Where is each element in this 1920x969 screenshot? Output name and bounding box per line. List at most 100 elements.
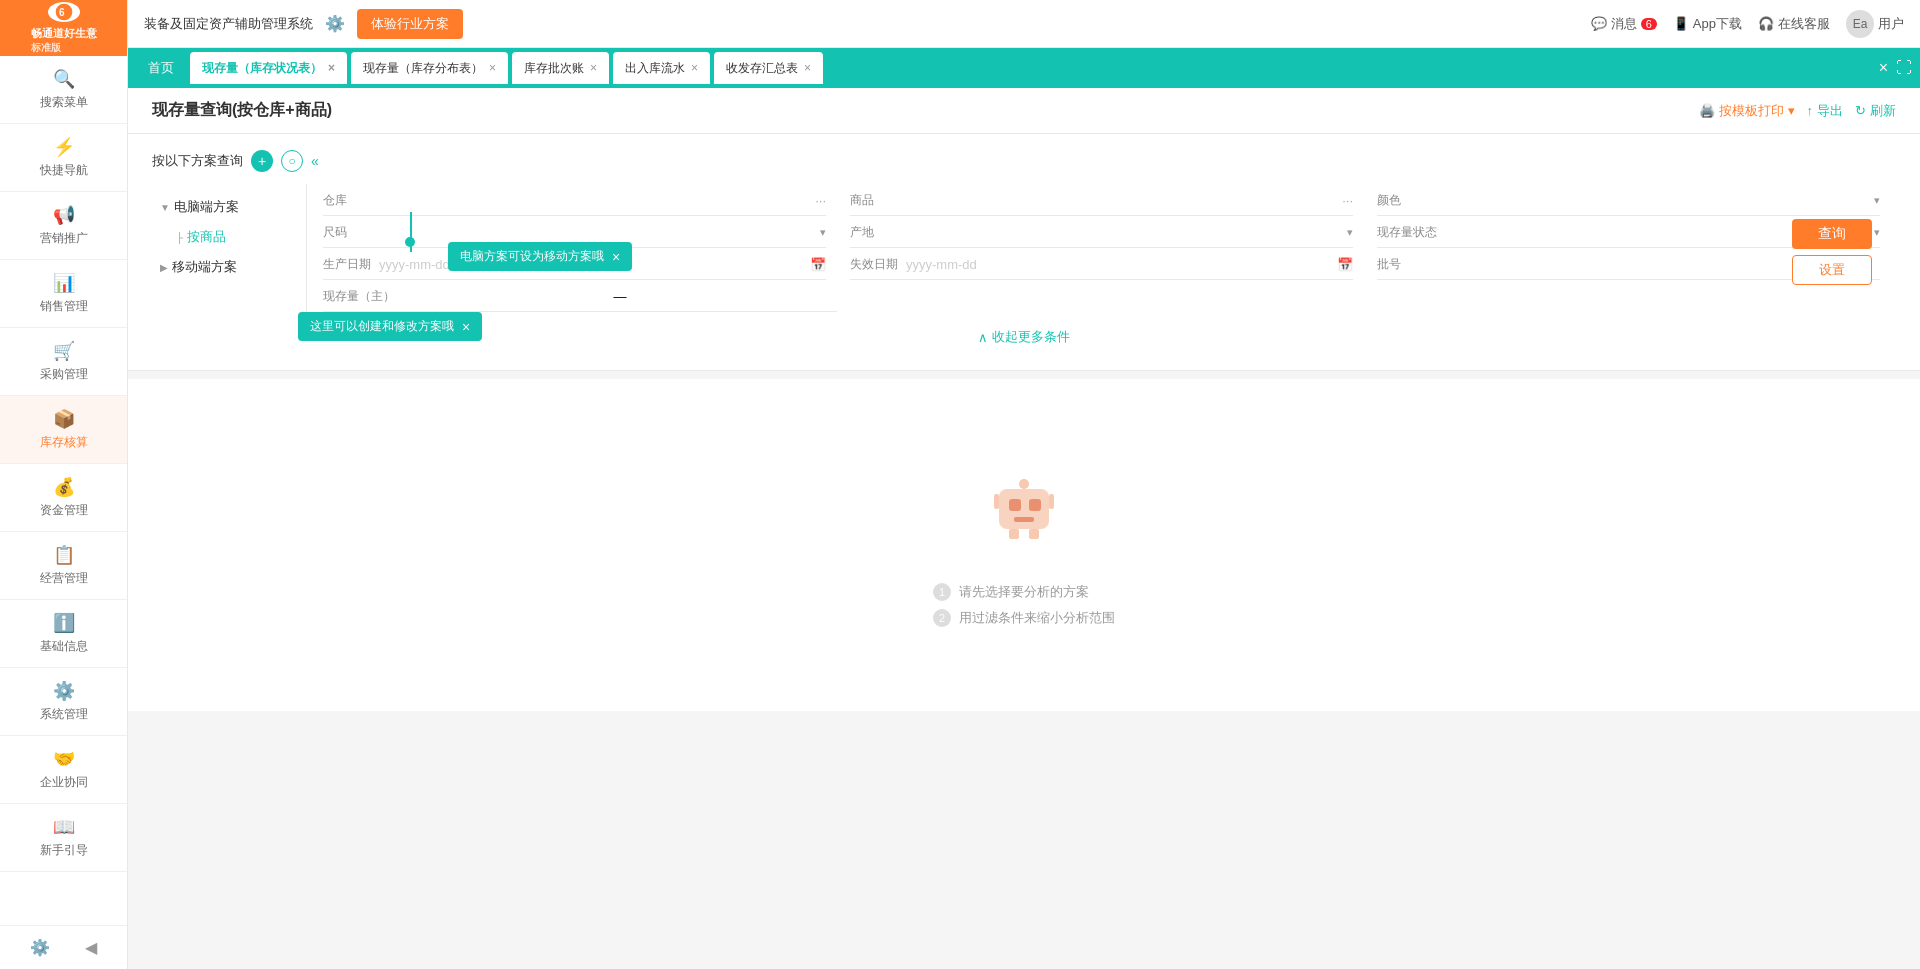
export-icon: ↑ [1807, 103, 1814, 118]
tab-batch-account[interactable]: 库存批次账 × [512, 52, 609, 84]
tab-fullscreen-icon[interactable]: ⛶ [1896, 59, 1912, 77]
svg-rect-6 [994, 494, 999, 509]
field-expiry-date: 失效日期 📅 [850, 256, 1353, 280]
tab-summary[interactable]: 收发存汇总表 × [714, 52, 823, 84]
marketing-icon: 📢 [53, 204, 75, 226]
system-icon: ⚙️ [53, 680, 75, 702]
sidebar-item-marketing[interactable]: 📢 营销推广 [0, 192, 127, 260]
sales-icon: 📊 [53, 272, 75, 294]
stock-range-separator: — [613, 289, 626, 304]
warehouse-dots[interactable]: ··· [815, 193, 826, 208]
scheme-desktop-group[interactable]: ▼ 电脑端方案 [152, 192, 306, 222]
export-button[interactable]: ↑ 导出 [1807, 102, 1844, 120]
scheme-tooltip-bubble: 电脑方案可设为移动方案哦 × [448, 242, 632, 271]
svg-rect-7 [1049, 494, 1054, 509]
sidebar-item-sales[interactable]: 📊 销售管理 [0, 260, 127, 328]
svg-rect-2 [999, 489, 1049, 529]
topbar: 装备及固定资产辅助管理系统 ⚙️ 体验行业方案 💬 消息 6 📱 App下载 🎧… [128, 0, 1920, 48]
page-actions: 🖨️ 按模板打印 ▾ ↑ 导出 ↻ 刷新 [1699, 102, 1897, 120]
sidebar-item-finance[interactable]: 💰 资金管理 [0, 464, 127, 532]
scheme-desktop-child[interactable]: ├ 按商品 [152, 222, 306, 252]
tab-close-all-icon[interactable]: × [1879, 59, 1888, 77]
production-date-calendar-icon[interactable]: 📅 [810, 257, 826, 272]
tab-inventory-distribution[interactable]: 现存量（库存分布表） × [351, 52, 508, 84]
empty-state: 1 请先选择要分析的方案 2 用过滤条件来缩小分析范围 [128, 379, 1920, 711]
tab-flow[interactable]: 出入库流水 × [613, 52, 710, 84]
print-icon: 🖨️ [1699, 103, 1715, 118]
sidebar-item-quicknav[interactable]: ⚡ 快捷导航 [0, 124, 127, 192]
warehouse-label: 仓库 [323, 192, 373, 209]
sidebar-item-business[interactable]: 📋 经营管理 [0, 532, 127, 600]
scheme-tooltip-close[interactable]: × [612, 249, 620, 265]
expiry-date-calendar-icon[interactable]: 📅 [1337, 257, 1353, 272]
expand-icon: ▼ [160, 202, 170, 213]
message-button[interactable]: 💬 消息 6 [1591, 15, 1657, 33]
tabbar: 首页 现存量（库存状况表） × 现存量（库存分布表） × 库存批次账 × 出入库… [128, 48, 1920, 88]
svg-rect-4 [1029, 499, 1041, 511]
filter-edit-button[interactable]: ○ [281, 150, 303, 172]
search-button[interactable]: 查询 [1792, 219, 1872, 249]
sidebar-item-system[interactable]: ⚙️ 系统管理 [0, 668, 127, 736]
field-origin: 产地 ▾ [850, 224, 1353, 248]
product-label: 商品 [850, 192, 900, 209]
size-arrow-icon: ▾ [820, 226, 826, 239]
topbar-left: 装备及固定资产辅助管理系统 ⚙️ 体验行业方案 [144, 9, 463, 39]
collapse-sidebar-icon[interactable]: ◀ [85, 938, 97, 957]
tab-inventory-status[interactable]: 现存量（库存状况表） × [190, 52, 347, 84]
collab-icon: 🤝 [53, 748, 75, 770]
sidebar-item-basics[interactable]: ℹ️ 基础信息 [0, 600, 127, 668]
industry-plan-button[interactable]: 体验行业方案 [357, 9, 463, 39]
tab-close-flow[interactable]: × [691, 61, 698, 75]
sidebar-item-search[interactable]: 🔍 搜索菜单 [0, 56, 127, 124]
setting-button[interactable]: 设置 [1792, 255, 1872, 285]
tab-close-inventory-status[interactable]: × [328, 61, 335, 75]
svg-rect-8 [1009, 529, 1019, 539]
app-download-button[interactable]: 📱 App下载 [1673, 15, 1742, 33]
product-input[interactable] [906, 193, 1336, 208]
support-icon: 🎧 [1758, 16, 1774, 31]
svg-rect-9 [1029, 529, 1039, 539]
sidebar-item-guide[interactable]: 📖 新手引导 [0, 804, 127, 872]
field-warehouse: 仓库 ··· [323, 192, 826, 216]
inventory-icon: 📦 [53, 408, 75, 430]
sidebar-item-inventory[interactable]: 📦 库存核算 [0, 396, 127, 464]
online-support-button[interactable]: 🎧 在线客服 [1758, 15, 1830, 33]
tab-home[interactable]: 首页 [136, 48, 186, 88]
warehouse-input[interactable] [379, 193, 809, 208]
product-dots[interactable]: ··· [1342, 193, 1353, 208]
finance-icon: 💰 [53, 476, 75, 498]
page-header: 现存量查询(按仓库+商品) 🖨️ 按模板打印 ▾ ↑ 导出 ↻ 刷新 [128, 88, 1920, 134]
svg-text:6: 6 [59, 7, 65, 18]
expiry-date-input[interactable] [906, 257, 1331, 272]
scheme-mobile-group[interactable]: ▶ 移动端方案 [152, 252, 306, 282]
tab-close-distribution[interactable]: × [489, 61, 496, 75]
filter-add-button[interactable]: + [251, 150, 273, 172]
tab-close-batch[interactable]: × [590, 61, 597, 75]
sidebar-item-purchase[interactable]: 🛒 采购管理 [0, 328, 127, 396]
filter-arrow-icon[interactable]: « [311, 153, 319, 169]
empty-steps: 1 请先选择要分析的方案 2 用过滤条件来缩小分析范围 [933, 579, 1115, 631]
collapse-button[interactable]: ∧ 收起更多条件 [978, 328, 1070, 346]
business-icon: 📋 [53, 544, 75, 566]
user-area[interactable]: Ea 用户 [1846, 10, 1904, 38]
color-label: 颜色 [1377, 192, 1427, 209]
mobile-expand-icon: ▶ [160, 262, 168, 273]
create-tooltip-close[interactable]: × [462, 319, 470, 335]
gear-icon[interactable]: ⚙️ [325, 14, 345, 33]
sidebar-bottom: ⚙️ ◀ [0, 925, 127, 969]
refresh-button[interactable]: ↻ 刷新 [1855, 102, 1896, 120]
settings-bottom-icon[interactable]: ⚙️ [30, 938, 50, 957]
tab-close-summary[interactable]: × [804, 61, 811, 75]
phone-icon: 📱 [1673, 16, 1689, 31]
sidebar-item-collab[interactable]: 🤝 企业协同 [0, 736, 127, 804]
stock-main-to[interactable] [634, 289, 836, 304]
template-print-button[interactable]: 🖨️ 按模板打印 ▾ [1699, 102, 1795, 120]
scheme-sidebar: ▼ 电脑端方案 ├ 按商品 ▶ 移动端方案 [152, 184, 307, 320]
origin-arrow-icon: ▾ [1347, 226, 1353, 239]
collapse-up-icon: ∧ [978, 330, 988, 345]
stock-main-label: 现存量（主） [323, 288, 395, 305]
stock-main-from[interactable] [403, 289, 605, 304]
quicknav-icon: ⚡ [53, 136, 75, 158]
svg-rect-3 [1009, 499, 1021, 511]
field-color: 颜色 ▾ [1377, 192, 1880, 216]
